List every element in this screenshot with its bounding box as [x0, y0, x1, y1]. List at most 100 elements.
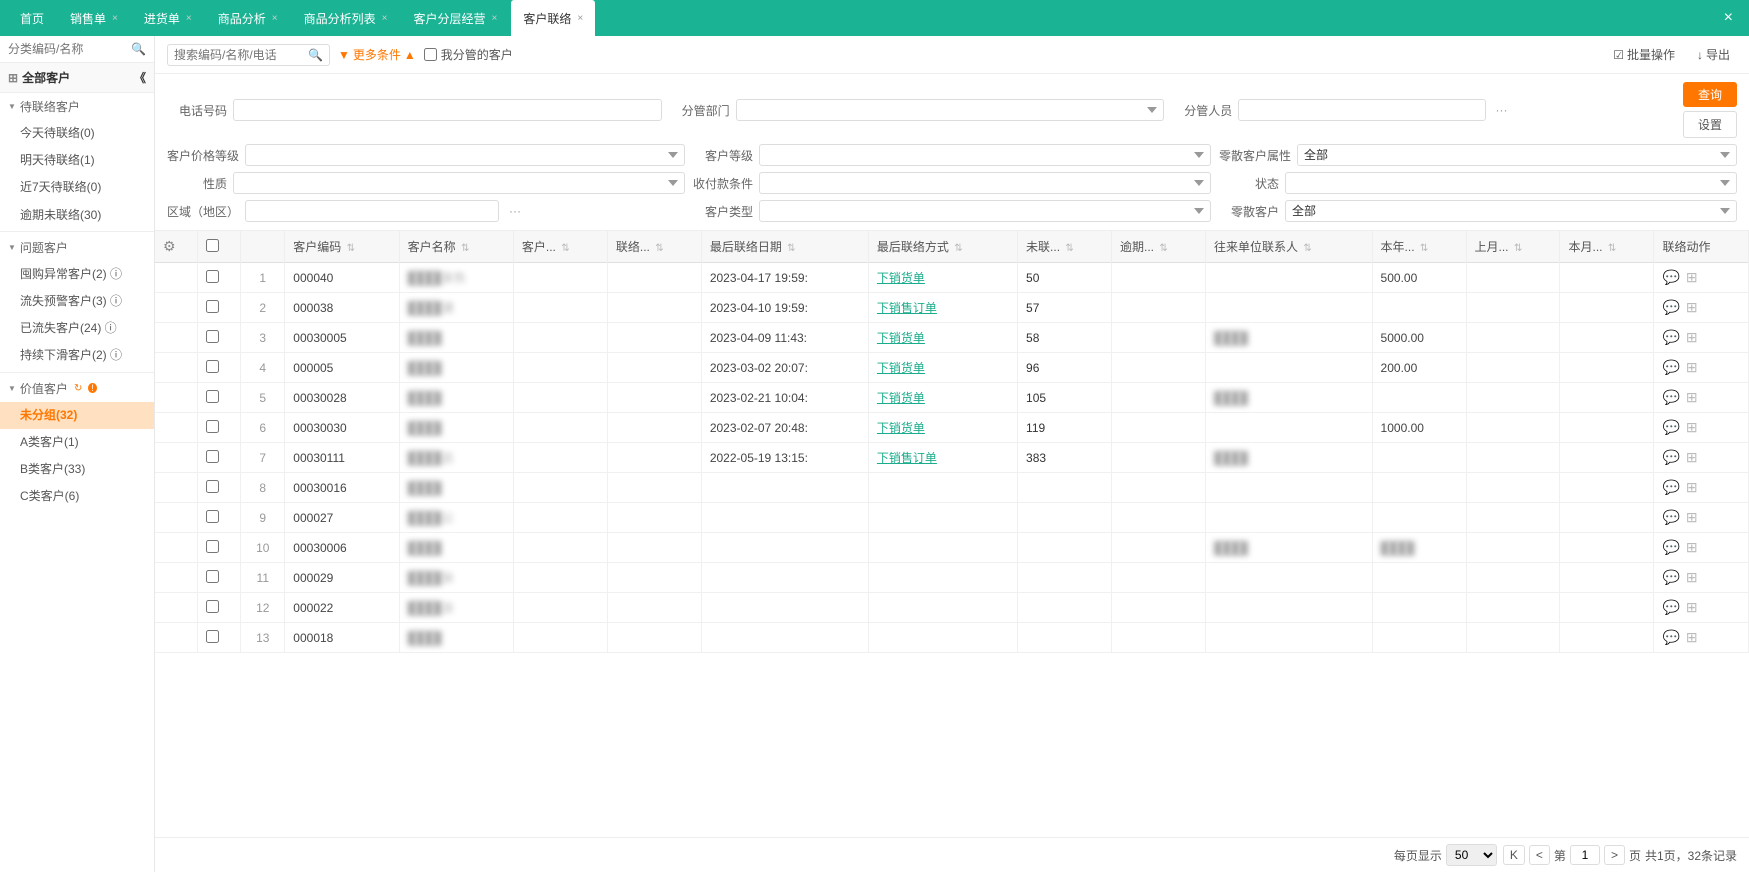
- tab-home[interactable]: 首页: [8, 0, 56, 36]
- page-size-select[interactable]: 50 100 200: [1446, 844, 1497, 866]
- more-icon[interactable]: ⊞: [1686, 359, 1698, 376]
- row-checkbox[interactable]: [206, 630, 219, 643]
- reset-btn[interactable]: 设置: [1683, 111, 1737, 138]
- payment-select[interactable]: [759, 172, 1211, 194]
- last-type-link[interactable]: 下销货单: [877, 331, 925, 345]
- sidebar-item-today[interactable]: 今天待联络(0): [0, 120, 154, 147]
- more-icon[interactable]: ⊞: [1686, 479, 1698, 496]
- chat-icon[interactable]: 💬: [1662, 389, 1679, 406]
- th-unit-contact[interactable]: 往来单位联系人 ⇅: [1205, 231, 1372, 263]
- tab-customer-contact[interactable]: 客户联络 ×: [511, 0, 595, 36]
- row-checkbox[interactable]: [206, 510, 219, 523]
- chat-icon[interactable]: 💬: [1662, 329, 1679, 346]
- chat-icon[interactable]: 💬: [1662, 599, 1679, 616]
- first-page-btn[interactable]: K: [1503, 845, 1525, 865]
- chat-icon[interactable]: 💬: [1662, 299, 1679, 316]
- th-no-contact[interactable]: 未联... ⇅: [1018, 231, 1112, 263]
- last-type-link[interactable]: 下销货单: [877, 391, 925, 405]
- more-icon[interactable]: ⊞: [1686, 269, 1698, 286]
- row-checkbox[interactable]: [206, 300, 219, 313]
- tab-customer-mgmt-close[interactable]: ×: [491, 13, 497, 24]
- row-checkbox[interactable]: [206, 540, 219, 553]
- settings-icon[interactable]: ⚙: [163, 238, 176, 254]
- tab-customer-contact-close[interactable]: ×: [577, 13, 583, 24]
- chat-icon[interactable]: 💬: [1662, 359, 1679, 376]
- row-checkbox[interactable]: [206, 450, 219, 463]
- tab-sales[interactable]: 销售单 ×: [58, 0, 130, 36]
- row-checkbox[interactable]: [206, 270, 219, 283]
- retail-select[interactable]: 全部: [1285, 200, 1737, 222]
- sidebar-item-declining[interactable]: 持续下滑客户(2) ⓘ: [0, 342, 154, 369]
- sidebar-group-problem[interactable]: ▼ 问题客户: [0, 234, 154, 261]
- filter-more-btn[interactable]: ▼ 更多条件 ▲: [338, 46, 416, 63]
- tab-purchase-close[interactable]: ×: [186, 13, 192, 24]
- chat-icon[interactable]: 💬: [1662, 419, 1679, 436]
- th-this-year[interactable]: 本年... ⇅: [1372, 231, 1466, 263]
- phone-input[interactable]: [233, 99, 662, 121]
- more-icon[interactable]: ⊞: [1686, 419, 1698, 436]
- sidebar-search-icon[interactable]: 🔍: [131, 42, 146, 56]
- chat-icon[interactable]: 💬: [1662, 269, 1679, 286]
- tab-analysis-list[interactable]: 商品分析列表 ×: [292, 0, 400, 36]
- last-type-link[interactable]: 下销货单: [877, 271, 925, 285]
- row-checkbox[interactable]: [206, 330, 219, 343]
- search-input[interactable]: [174, 48, 304, 62]
- customer-level-select[interactable]: [759, 144, 1211, 166]
- chat-icon[interactable]: 💬: [1662, 569, 1679, 586]
- dept-select[interactable]: [736, 99, 1165, 121]
- last-type-link[interactable]: 下销货单: [877, 361, 925, 375]
- row-checkbox[interactable]: [206, 570, 219, 583]
- th-code[interactable]: 客户编码 ⇅: [285, 231, 399, 263]
- chat-icon[interactable]: 💬: [1662, 539, 1679, 556]
- sidebar-item-b[interactable]: B类客户(33): [0, 456, 154, 483]
- next-page-btn[interactable]: >: [1604, 845, 1625, 865]
- my-customers-checkbox[interactable]: [424, 48, 437, 61]
- row-checkbox[interactable]: [206, 480, 219, 493]
- th-last-date[interactable]: 最后联络日期 ⇅: [701, 231, 868, 263]
- sidebar-item-lost[interactable]: 已流失客户(24) ⓘ: [0, 315, 154, 342]
- value-refresh-icon[interactable]: ↻: [74, 383, 82, 394]
- person-input[interactable]: [1238, 99, 1485, 121]
- th-this-month[interactable]: 本月... ⇅: [1560, 231, 1654, 263]
- page-input[interactable]: [1570, 845, 1600, 865]
- row-checkbox[interactable]: [206, 360, 219, 373]
- sidebar-item-ungroup[interactable]: 未分组(32): [0, 402, 154, 429]
- retail-attr-select[interactable]: 全部: [1297, 144, 1737, 166]
- tab-analysis[interactable]: 商品分析 ×: [206, 0, 290, 36]
- more-icon[interactable]: ⊞: [1686, 539, 1698, 556]
- prev-page-btn[interactable]: <: [1529, 845, 1550, 865]
- sidebar-item-overdue[interactable]: 逾期未联络(30): [0, 202, 154, 229]
- th-name[interactable]: 客户名称 ⇅: [399, 231, 513, 263]
- select-all-checkbox[interactable]: [206, 239, 219, 252]
- sidebar-item-a[interactable]: A类客户(1): [0, 429, 154, 456]
- sidebar-group-waiting[interactable]: ▼ 待联络客户: [0, 93, 154, 120]
- close-all-btn[interactable]: ×: [1716, 9, 1741, 27]
- th-overdue[interactable]: 逾期... ⇅: [1112, 231, 1206, 263]
- sidebar-search-input[interactable]: [8, 42, 127, 56]
- more-icon[interactable]: ⊞: [1686, 389, 1698, 406]
- tab-analysis-list-close[interactable]: ×: [382, 13, 388, 24]
- export-btn[interactable]: ↓ 导出: [1690, 42, 1737, 67]
- sidebar-item-warning[interactable]: 流失预警客户(3) ⓘ: [0, 288, 154, 315]
- row-checkbox[interactable]: [206, 600, 219, 613]
- last-type-link[interactable]: 下销售订单: [877, 301, 937, 315]
- sidebar-group-value[interactable]: ▼ 价值客户 ↻ !: [0, 375, 154, 402]
- row-checkbox[interactable]: [206, 420, 219, 433]
- customer-type-select[interactable]: [759, 200, 1211, 222]
- price-level-select[interactable]: [245, 144, 685, 166]
- sidebar-item-week[interactable]: 近7天待联络(0): [0, 174, 154, 201]
- more-icon[interactable]: ⊞: [1686, 569, 1698, 586]
- tab-analysis-close[interactable]: ×: [272, 13, 278, 24]
- th-last-month[interactable]: 上月... ⇅: [1466, 231, 1560, 263]
- chat-icon[interactable]: 💬: [1662, 479, 1679, 496]
- th-last-type[interactable]: 最后联络方式 ⇅: [868, 231, 1017, 263]
- tab-customer-mgmt[interactable]: 客户分层经营 ×: [401, 0, 509, 36]
- status-select[interactable]: [1285, 172, 1737, 194]
- more-icon[interactable]: ⊞: [1686, 509, 1698, 526]
- more-icon[interactable]: ⊞: [1686, 629, 1698, 646]
- sidebar-all-customers[interactable]: ⊞ 全部客户 《: [0, 63, 154, 93]
- chat-icon[interactable]: 💬: [1662, 629, 1679, 646]
- more-icon[interactable]: ⊞: [1686, 299, 1698, 316]
- th-contact[interactable]: 联络... ⇅: [607, 231, 701, 263]
- nature-select[interactable]: [233, 172, 685, 194]
